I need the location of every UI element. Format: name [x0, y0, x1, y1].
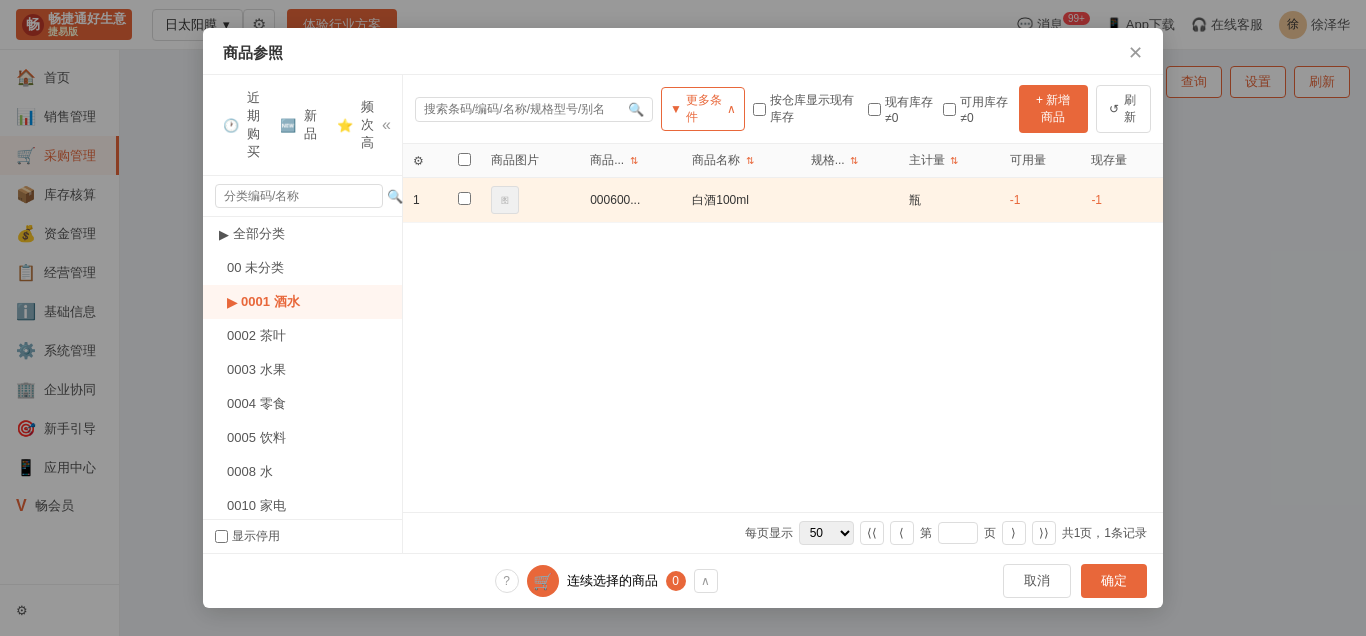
filter-btn[interactable]: ▼ 更多条件 ∧: [661, 87, 745, 131]
add-product-btn[interactable]: + 新增商品: [1019, 85, 1088, 133]
page-summary: 共1页，1条记录: [1062, 525, 1147, 542]
modal-close-btn[interactable]: ✕: [1128, 42, 1143, 64]
cell-stock: -1: [1081, 178, 1163, 223]
prev-page-btn[interactable]: ⟨: [890, 521, 914, 545]
pagination: 每页显示 50 10 20 100 ⟨⟨ ⟨ 第 1 页 ⟩ ⟩⟩ 共1页，1条…: [403, 512, 1163, 553]
refresh-icon: ↺: [1109, 102, 1119, 116]
category-search-input[interactable]: [215, 184, 383, 208]
cat-item-00[interactable]: 00 未分类: [203, 251, 402, 285]
cat-item-all[interactable]: ▶ 全部分类: [203, 217, 402, 251]
available-checkbox-input[interactable]: [943, 103, 956, 116]
sort-code-icon: ⇅: [630, 155, 638, 166]
col-stock: 现存量: [1081, 144, 1163, 178]
cat-item-0004[interactable]: 0004 零食: [203, 387, 402, 421]
confirm-btn[interactable]: 确定: [1081, 564, 1147, 598]
available-checkbox[interactable]: 可用库存≠0: [943, 94, 1010, 125]
per-page-select[interactable]: 50 10 20 100: [799, 521, 854, 545]
toolbar-right: + 新增商品 ↺ 刷新: [1019, 85, 1151, 133]
modal-body: 🕐 近期购买 🆕 新品 ⭐ 频次高 «: [203, 75, 1163, 553]
modal-footer: ? 🛒 连续选择的商品 0 ∧ 取消 确定: [203, 553, 1163, 608]
cat-item-0010[interactable]: 0010 家电: [203, 489, 402, 519]
warehouse-checkbox[interactable]: 按仓库显示现有库存: [753, 92, 860, 126]
table-row[interactable]: 1 图 000600... 白酒100ml 瓶: [403, 178, 1163, 223]
cell-available: -1: [1000, 178, 1082, 223]
modal-header: 商品参照 ✕: [203, 28, 1163, 75]
cat-item-0005[interactable]: 0005 饮料: [203, 421, 402, 455]
col-image: 商品图片: [481, 144, 580, 178]
product-reference-modal: 商品参照 ✕ 🕐 近期购买 🆕 新品: [203, 28, 1163, 608]
stock-checkbox-input[interactable]: [868, 103, 881, 116]
sort-unit-icon: ⇅: [950, 155, 958, 166]
cat-item-0001[interactable]: ▶ 0001 酒水: [203, 285, 402, 319]
product-search-icon[interactable]: 🔍: [628, 102, 644, 117]
modal-overlay: 商品参照 ✕ 🕐 近期购买 🆕 新品: [0, 0, 1366, 636]
cell-spec: [801, 178, 899, 223]
filter-icon: ▼: [670, 102, 682, 116]
cat-item-0008[interactable]: 0008 水: [203, 455, 402, 489]
search-icon[interactable]: 🔍: [387, 189, 403, 204]
per-page-label: 每页显示: [745, 525, 793, 542]
select-all-checkbox[interactable]: [458, 153, 471, 166]
modal-toolbar: 🔍 ▼ 更多条件 ∧ 按仓库显示现有库存 现有库存≠0: [403, 75, 1163, 144]
col-select-all[interactable]: [448, 144, 481, 178]
product-table-wrap: ⚙ 商品图片 商品... ⇅ 商品名称 ⇅: [403, 144, 1163, 512]
star-icon: ⭐: [337, 118, 353, 133]
warehouse-checkbox-input[interactable]: [753, 103, 766, 116]
sort-spec-icon: ⇅: [850, 155, 858, 166]
product-table: ⚙ 商品图片 商品... ⇅ 商品名称 ⇅: [403, 144, 1163, 223]
last-page-btn[interactable]: ⟩⟩: [1032, 521, 1056, 545]
tab-frequent[interactable]: ⭐ 频次高: [329, 85, 382, 165]
collapse-panel-btn[interactable]: «: [382, 116, 391, 134]
first-page-btn[interactable]: ⟨⟨: [860, 521, 884, 545]
chevron-up-icon: ∧: [727, 102, 736, 116]
modal-title: 商品参照: [223, 44, 283, 63]
show-disabled-checkbox[interactable]: 显示停用: [215, 528, 390, 545]
cart-btn[interactable]: 🛒: [527, 565, 559, 597]
modal-left-search: 🔍: [203, 176, 402, 217]
product-search-box: 🔍: [415, 97, 653, 122]
cancel-btn[interactable]: 取消: [1003, 564, 1071, 598]
new-icon: 🆕: [280, 118, 296, 133]
cart-count: 0: [666, 571, 686, 591]
next-page-btn[interactable]: ⟩: [1002, 521, 1026, 545]
modal-left-tabs: 🕐 近期购买 🆕 新品 ⭐ 频次高 «: [203, 75, 402, 176]
product-search-input[interactable]: [424, 102, 624, 116]
cat-item-0002[interactable]: 0002 茶叶: [203, 319, 402, 353]
footer-right: 取消 确定: [1003, 564, 1147, 598]
cat-arrow-all: ▶: [219, 227, 229, 242]
col-available: 可用量: [1000, 144, 1082, 178]
modal-right-panel: 🔍 ▼ 更多条件 ∧ 按仓库显示现有库存 现有库存≠0: [403, 75, 1163, 553]
cart-label: 连续选择的商品: [567, 572, 658, 590]
recent-icon: 🕐: [223, 118, 239, 133]
cell-checkbox[interactable]: [448, 178, 481, 223]
cell-num: 1: [403, 178, 448, 223]
tab-new[interactable]: 🆕 新品: [272, 85, 325, 165]
sort-name-icon: ⇅: [746, 155, 754, 166]
footer-center: ? 🛒 连续选择的商品 0 ∧: [219, 565, 993, 597]
col-name[interactable]: 商品名称 ⇅: [682, 144, 800, 178]
col-code[interactable]: 商品... ⇅: [580, 144, 682, 178]
tab-recent[interactable]: 🕐 近期购买: [215, 85, 268, 165]
cell-unit: 瓶: [899, 178, 1000, 223]
footer-collapse-btn[interactable]: ∧: [694, 569, 718, 593]
col-settings[interactable]: ⚙: [403, 144, 448, 178]
help-icon[interactable]: ?: [495, 569, 519, 593]
cell-image: 图: [481, 178, 580, 223]
modal-left-panel: 🕐 近期购买 🆕 新品 ⭐ 频次高 «: [203, 75, 403, 553]
cat-item-0003[interactable]: 0003 水果: [203, 353, 402, 387]
refresh-btn[interactable]: ↺ 刷新: [1096, 85, 1151, 133]
page-input[interactable]: 1: [938, 522, 978, 544]
cell-name: 白酒100ml: [682, 178, 800, 223]
category-list: ▶ 全部分类 00 未分类 ▶ 0001 酒水 0002 茶叶 0003 水果: [203, 217, 402, 519]
row-checkbox[interactable]: [458, 192, 471, 205]
col-unit[interactable]: 主计量 ⇅: [899, 144, 1000, 178]
col-spec[interactable]: 规格... ⇅: [801, 144, 899, 178]
show-disabled-input[interactable]: [215, 530, 228, 543]
cell-code: 000600...: [580, 178, 682, 223]
stock-checkbox[interactable]: 现有库存≠0: [868, 94, 935, 125]
cat-arrow-0001: ▶: [227, 295, 237, 310]
product-thumbnail: 图: [491, 186, 519, 214]
